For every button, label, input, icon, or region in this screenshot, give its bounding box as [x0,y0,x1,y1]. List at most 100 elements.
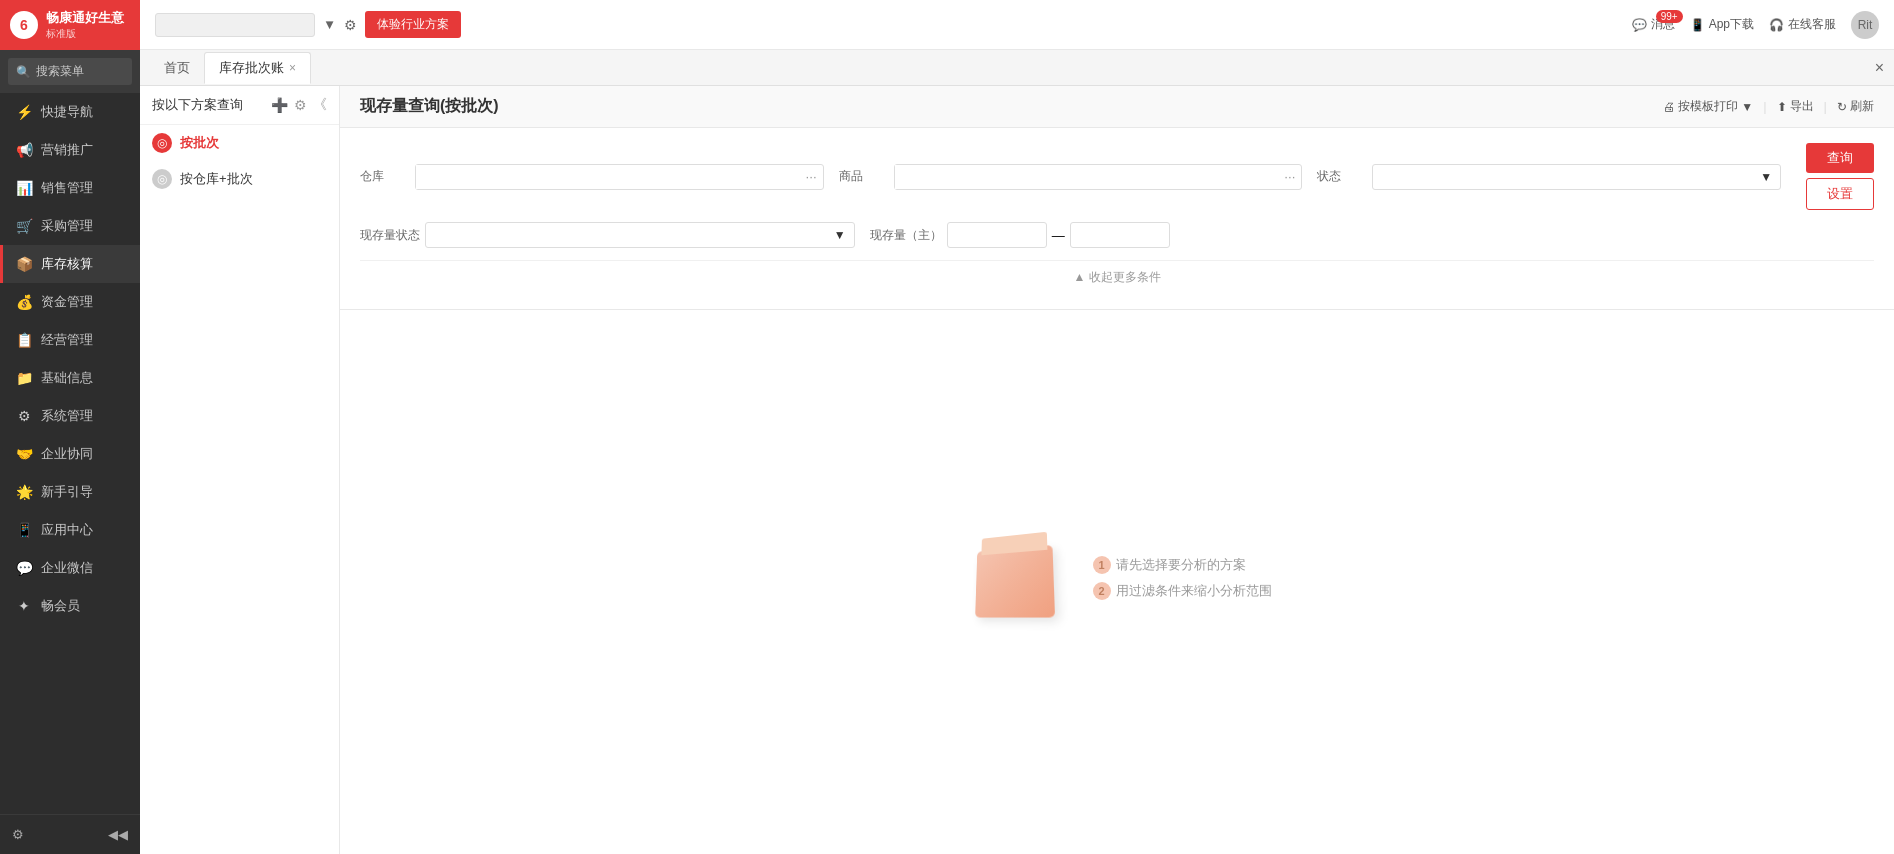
basics-icon: 📁 [15,369,33,387]
sidebar-item-inventory[interactable]: 📦 库存核算 [0,245,140,283]
warehouse-input-wrapper: ··· [415,164,824,190]
stock-status-field: 现存量状态 ▼ [360,222,855,248]
stock-status-dropdown-icon: ▼ [834,228,846,242]
search-icon: 🔍 [16,65,31,79]
tab-home[interactable]: 首页 [150,53,204,83]
settings-icon: ⚙ [12,827,24,842]
collapse-icon: ◀◀ [108,827,128,842]
member-icon: ✦ [15,597,33,615]
query-actions: 查询 设置 [1806,143,1874,210]
collapse-icon: ▲ [1073,270,1085,284]
print-dropdown-icon: ▼ [1741,100,1753,114]
avatar: Rit [1851,11,1879,39]
refresh-button[interactable]: ↻ 刷新 [1837,98,1874,115]
filter-settings-button[interactable]: ⚙ [294,96,307,114]
export-icon: ⬆ [1777,100,1787,114]
product-input[interactable] [895,165,1279,189]
settings-button[interactable]: 设置 [1806,178,1874,210]
collapse-filter-button[interactable]: 《 [313,96,327,114]
newuser-icon: 🌟 [15,483,33,501]
company-name: 畅康通好生意 [46,10,124,27]
sidebar-item-system[interactable]: ⚙ 系统管理 [0,397,140,435]
range-separator: — [1052,228,1065,243]
enterprise-icon: 🤝 [15,445,33,463]
sidebar-item-operations[interactable]: 📋 经营管理 [0,321,140,359]
topbar-dropdown-button[interactable]: ▼ [323,17,336,32]
sidebar-header: 6 畅康通好生意 标准版 [0,0,140,50]
sidebar-item-enterprise[interactable]: 🤝 企业协同 [0,435,140,473]
product-input-wrapper: ··· [894,164,1303,190]
sidebar-item-sales[interactable]: 📊 销售管理 [0,169,140,207]
page-header-actions: 🖨 按模板打印 ▼ | ⬆ 导出 | ↻ 刷新 [1663,98,1874,115]
tab-inventory-batch[interactable]: 库存批次账 × [204,52,311,84]
user-profile-action[interactable]: Rit [1851,11,1879,39]
sidebar-item-quick-nav[interactable]: ⚡ 快捷导航 [0,93,140,131]
add-filter-button[interactable]: ➕ [271,96,288,114]
stock-qty-field: 现存量（主） — [870,222,1365,248]
finance-icon: 💰 [15,293,33,311]
breadcrumb-input[interactable] [155,13,315,37]
export-button[interactable]: ⬆ 导出 [1777,98,1814,115]
messages-action[interactable]: 💬 消息 99+ [1632,16,1675,33]
purchase-icon: 🛒 [15,217,33,235]
tabbar: 首页 库存批次账 × × [140,50,1894,86]
quick-nav-icon: ⚡ [15,103,33,121]
warehouse-input[interactable] [416,165,800,189]
sidebar-item-marketing[interactable]: 📢 营销推广 [0,131,140,169]
filter-panel: 按以下方案查询 ➕ ⚙ 《 ◎ 按批次 ◎ 按仓库+批次 [140,86,340,854]
version-label: 标准版 [46,27,124,40]
tab-close-far-button[interactable]: × [1875,59,1884,77]
stock-qty-min-input[interactable] [947,222,1047,248]
collapse-bar[interactable]: ▲ 收起更多条件 [360,260,1874,294]
query-row-2: 现存量状态 ▼ 现存量（主） — [360,222,1874,248]
headset-icon: 🎧 [1769,18,1784,32]
page-title: 现存量查询(按批次) [360,96,499,117]
sidebar-settings-button[interactable]: ⚙ [8,823,28,846]
wechat-icon: 💬 [15,559,33,577]
stock-qty-max-input[interactable] [1070,222,1170,248]
status-select[interactable]: ▼ [1372,164,1781,190]
empty-state: 1 请先选择要分析的方案 2 用过滤条件来缩小分析范围 [340,310,1894,854]
company-info: 畅康通好生意 标准版 [46,10,124,40]
tab-close-button[interactable]: × [289,61,296,75]
sidebar-item-finance[interactable]: 💰 资金管理 [0,283,140,321]
page-header: 现存量查询(按批次) 🖨 按模板打印 ▼ | ⬆ 导出 | ↻ [340,86,1894,128]
stock-qty-range: — [947,222,1170,248]
sidebar-collapse-button[interactable]: ◀◀ [104,823,132,846]
sidebar-item-purchase[interactable]: 🛒 采购管理 [0,207,140,245]
warehouse-more-button[interactable]: ··· [800,165,823,188]
query-button[interactable]: 查询 [1806,143,1874,173]
sidebar-item-appstore[interactable]: 📱 应用中心 [0,511,140,549]
empty-illustration [963,532,1063,632]
online-service-action[interactable]: 🎧 在线客服 [1769,16,1836,33]
hint-2: 2 用过滤条件来缩小分析范围 [1093,582,1272,600]
hint-1: 1 请先选择要分析的方案 [1093,556,1272,574]
sidebar-item-basics[interactable]: 📁 基础信息 [0,359,140,397]
appstore-icon: 📱 [15,521,33,539]
filter-by-warehouse-batch[interactable]: ◎ 按仓库+批次 [140,161,339,197]
print-icon: 🖨 [1663,100,1675,114]
phone-icon: 📱 [1690,18,1705,32]
search-menu-button[interactable]: 🔍 搜索菜单 [8,58,132,85]
print-template-button[interactable]: 🖨 按模板打印 ▼ [1663,98,1753,115]
sales-icon: 📊 [15,179,33,197]
refresh-icon: ↻ [1837,100,1847,114]
sidebar-item-newuser[interactable]: 🌟 新手引导 [0,473,140,511]
sidebar: 6 畅康通好生意 标准版 🔍 搜索菜单 ⚡ 快捷导航 📢 营销推广 📊 销售管理… [0,0,140,854]
sidebar-item-member[interactable]: ✦ 畅会员 [0,587,140,625]
main-area: ▼ ⚙ 体验行业方案 💬 消息 99+ 📱 App下载 🎧 在线客服 Rit [140,0,1894,854]
filter-by-batch[interactable]: ◎ 按批次 [140,125,339,161]
trial-button[interactable]: 体验行业方案 [365,11,461,38]
product-more-button[interactable]: ··· [1278,165,1301,188]
topbar-right: 💬 消息 99+ 📱 App下载 🎧 在线客服 Rit [1632,11,1879,39]
empty-box-graphic [975,545,1055,618]
sidebar-item-wechat[interactable]: 💬 企业微信 [0,549,140,587]
sidebar-nav: ⚡ 快捷导航 📢 营销推广 📊 销售管理 🛒 采购管理 📦 库存核算 💰 资金管… [0,93,140,814]
app-download-action[interactable]: 📱 App下载 [1690,16,1754,33]
product-field: 商品 ··· [839,164,1303,190]
operations-icon: 📋 [15,331,33,349]
query-row-1: 仓库 ··· 商品 ··· 状态 [360,143,1874,210]
topbar-gear-button[interactable]: ⚙ [344,17,357,33]
filter-panel-header: 按以下方案查询 ➕ ⚙ 《 [140,86,339,125]
stock-status-select[interactable]: ▼ [425,222,855,248]
